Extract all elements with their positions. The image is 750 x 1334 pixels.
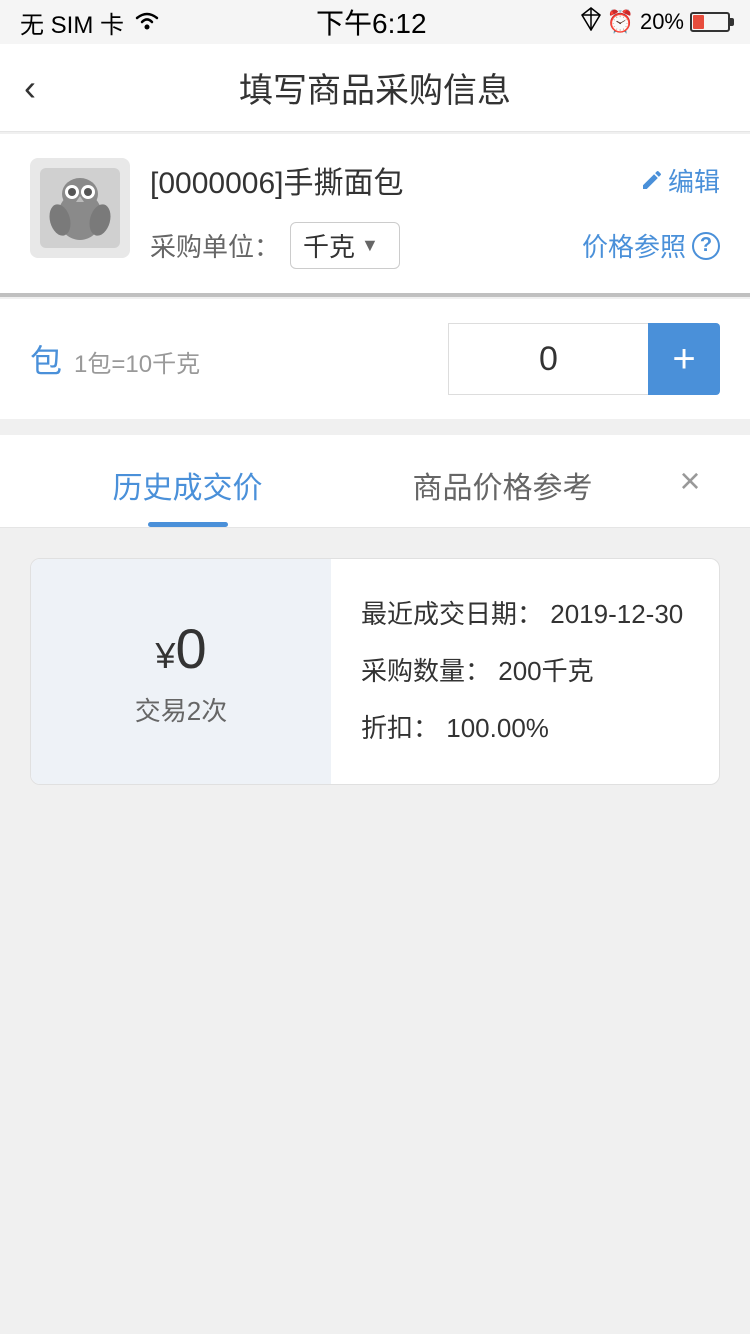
status-left: 无 SIM 卡 <box>20 5 162 40</box>
product-name: [0000006]手撕面包 <box>150 158 403 202</box>
trade-card: ¥0 交易2次 最近成交日期： 2019-12-30 采购数量： 200千克 折… <box>30 558 720 785</box>
quantity-hint: 1包=10千克 <box>74 344 200 379</box>
edit-label: 编辑 <box>668 162 720 199</box>
trade-card-right: 最近成交日期： 2019-12-30 采购数量： 200千克 折扣： 100.0… <box>331 559 719 784</box>
unit-label: 采购单位： <box>150 227 280 264</box>
product-name-row: [0000006]手撕面包 编辑 <box>150 158 720 202</box>
status-right: ⏰ 20% <box>581 7 730 37</box>
tab-product-price-ref-label: 商品价格参考 <box>413 472 593 505</box>
carrier-text: 无 SIM 卡 <box>20 5 124 40</box>
unit-select[interactable]: 千克 ▼ <box>290 222 400 269</box>
tabs-close-button[interactable]: × <box>660 451 720 511</box>
product-header: [0000006]手撕面包 编辑 采购单位： 千克 ▼ 价格 <box>30 158 720 269</box>
product-logo-image <box>40 168 120 248</box>
purchase-qty-row: 采购数量： 200千克 <box>361 652 689 691</box>
unit-value: 千克 <box>303 227 355 264</box>
tab-history-price[interactable]: 历史成交价 <box>30 435 345 527</box>
page-title: 填写商品采购信息 <box>239 63 511 112</box>
battery-icon <box>690 12 730 32</box>
latest-date-row: 最近成交日期： 2019-12-30 <box>361 595 689 634</box>
alarm-icon: ⏰ <box>607 9 634 35</box>
unit-row: 采购单位： 千克 ▼ 价格参照 ? <box>150 222 720 269</box>
purchase-qty-label: 采购数量： <box>361 656 491 686</box>
help-icon: ? <box>692 232 720 260</box>
tab-history-price-label: 历史成交价 <box>113 472 263 505</box>
status-time: 下午6:12 <box>316 2 427 42</box>
purchase-qty-value: 200千克 <box>498 656 593 686</box>
trade-amount: 0 <box>175 617 206 680</box>
quantity-unit: 包 <box>30 336 62 382</box>
quantity-input-group: + <box>448 323 720 395</box>
price-ref-label: 价格参照 <box>582 227 686 264</box>
quantity-row: 包 1包=10千克 + <box>0 299 750 419</box>
trade-price: ¥0 <box>155 616 206 681</box>
latest-date-value: 2019-12-30 <box>550 599 683 629</box>
nav-bar: ‹ 填写商品采购信息 <box>0 44 750 132</box>
discount-label: 折扣： <box>361 713 439 743</box>
location-icon <box>581 7 601 37</box>
quantity-plus-button[interactable]: + <box>648 323 720 395</box>
quantity-label-group: 包 1包=10千克 <box>30 336 200 382</box>
quantity-input[interactable] <box>448 323 648 395</box>
tabs-bar: 历史成交价 商品价格参考 × <box>0 435 750 528</box>
price-reference-button[interactable]: 价格参照 ? <box>582 227 720 264</box>
currency-symbol: ¥ <box>155 635 175 676</box>
edit-icon <box>640 168 664 192</box>
discount-value: 100.00% <box>446 713 549 743</box>
edit-button[interactable]: 编辑 <box>640 162 720 199</box>
trade-count: 交易2次 <box>135 691 227 728</box>
battery-percent: 20% <box>640 9 684 35</box>
content-area: ¥0 交易2次 最近成交日期： 2019-12-30 采购数量： 200千克 折… <box>0 528 750 928</box>
unit-dropdown-arrow: ▼ <box>361 235 379 256</box>
product-card: [0000006]手撕面包 编辑 采购单位： 千克 ▼ 价格 <box>0 134 750 293</box>
product-info: [0000006]手撕面包 编辑 采购单位： 千克 ▼ 价格 <box>150 158 720 269</box>
divider <box>0 293 750 297</box>
discount-row: 折扣： 100.00% <box>361 709 689 748</box>
status-bar: 无 SIM 卡 下午6:12 ⏰ 20% <box>0 0 750 44</box>
wifi-icon <box>132 8 162 37</box>
trade-card-left: ¥0 交易2次 <box>31 559 331 784</box>
tab-product-price-ref[interactable]: 商品价格参考 <box>345 435 660 527</box>
back-button[interactable]: ‹ <box>24 67 36 109</box>
product-logo <box>30 158 130 258</box>
latest-date-label: 最近成交日期： <box>361 599 543 629</box>
